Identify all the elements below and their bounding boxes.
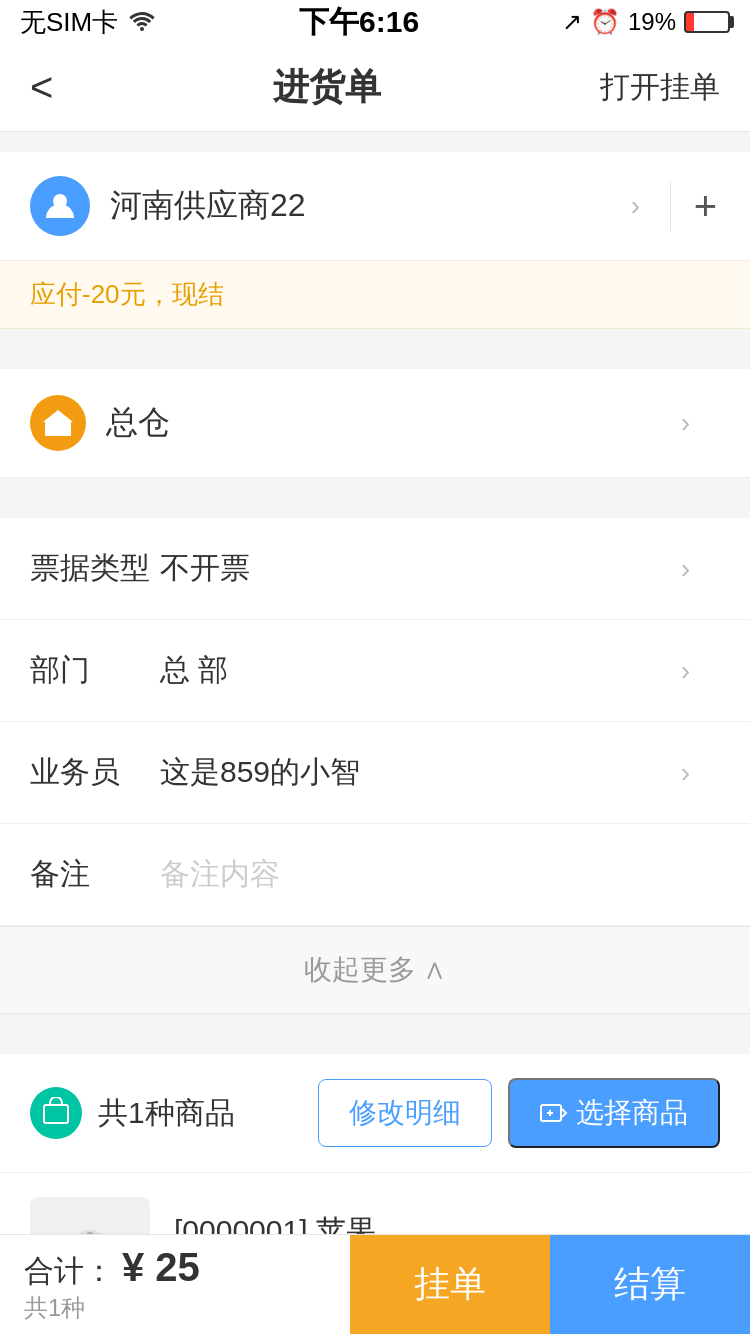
supplier-section: 河南供应商22 › + 应付-20元，现结 [0, 152, 750, 329]
total-sub: 共1种 [24, 1292, 326, 1324]
gap4 [0, 1014, 750, 1034]
warehouse-name: 总仓 [106, 401, 681, 445]
page-title: 进货单 [273, 63, 381, 112]
carrier-text: 无SIM卡 [20, 5, 118, 40]
warehouse-icon [30, 395, 86, 451]
status-right: ↗ ⏰ 19% [562, 8, 730, 36]
total-main: 合计： ¥ 25 [24, 1245, 326, 1292]
department-value: 总 部 [150, 650, 681, 691]
collapse-row[interactable]: 收起更多 ∧ [0, 926, 750, 1014]
product-header: 共1种商品 修改明细 选择商品 [0, 1054, 750, 1173]
svg-rect-1 [45, 422, 71, 436]
warehouse-section: 总仓 › [0, 369, 750, 478]
total-label: 合计： [24, 1251, 114, 1292]
salesperson-chevron-icon: › [681, 757, 690, 789]
battery-icon [684, 11, 730, 33]
modify-detail-button[interactable]: 修改明细 [318, 1079, 492, 1147]
wifi-icon [128, 7, 156, 38]
department-label: 部门 [30, 650, 150, 691]
gap2 [0, 329, 750, 349]
remark-input[interactable]: 备注内容 [150, 854, 720, 895]
add-supplier-button[interactable]: + [670, 181, 720, 231]
bottom-bar: 合计： ¥ 25 共1种 挂单 结算 [0, 1234, 750, 1334]
gap1 [0, 132, 750, 152]
supplier-note: 应付-20元，现结 [0, 261, 750, 329]
invoice-type-chevron-icon: › [681, 553, 690, 585]
svg-marker-2 [43, 410, 73, 422]
nav-bar: < 进货单 打开挂单 [0, 44, 750, 132]
remark-row[interactable]: 备注 备注内容 [0, 824, 750, 926]
supplier-name: 河南供应商22 [110, 184, 631, 228]
back-button[interactable]: < [30, 65, 53, 110]
warehouse-row[interactable]: 总仓 › [0, 369, 750, 478]
select-product-button[interactable]: 选择商品 [508, 1078, 720, 1148]
status-bar: 无SIM卡 下午6:16 ↗ ⏰ 19% [0, 0, 750, 44]
gap3 [0, 478, 750, 498]
open-hang-button[interactable]: 打开挂单 [600, 67, 720, 108]
salesperson-row[interactable]: 业务员 这是859的小智 › [0, 722, 750, 824]
supplier-avatar [30, 176, 90, 236]
warehouse-chevron-icon: › [681, 407, 690, 439]
hang-button[interactable]: 挂单 [350, 1235, 550, 1335]
checkout-button[interactable]: 结算 [550, 1235, 750, 1335]
invoice-type-row[interactable]: 票据类型 不开票 › [0, 518, 750, 620]
collapse-label: 收起更多 ∧ [304, 951, 447, 989]
total-amount: ¥ 25 [122, 1245, 200, 1290]
remark-label: 备注 [30, 854, 150, 895]
invoice-type-label: 票据类型 [30, 548, 150, 589]
location-icon: ↗ [562, 8, 582, 36]
supplier-chevron-icon: › [631, 190, 640, 222]
alarm-icon: ⏰ [590, 8, 620, 36]
supplier-row[interactable]: 河南供应商22 › + [0, 152, 750, 261]
department-chevron-icon: › [681, 655, 690, 687]
select-product-label: 选择商品 [576, 1094, 688, 1132]
form-section: 票据类型 不开票 › 部门 总 部 › 业务员 这是859的小智 › 备注 备注… [0, 518, 750, 926]
product-count-icon [30, 1087, 82, 1139]
invoice-type-value: 不开票 [150, 548, 681, 589]
salesperson-label: 业务员 [30, 752, 150, 793]
total-section: 合计： ¥ 25 共1种 [0, 1245, 350, 1324]
department-row[interactable]: 部门 总 部 › [0, 620, 750, 722]
battery-percent: 19% [628, 8, 676, 36]
salesperson-value: 这是859的小智 [150, 752, 681, 793]
svg-rect-3 [44, 1105, 68, 1123]
status-time: 下午6:16 [299, 2, 419, 43]
product-count-text: 共1种商品 [98, 1093, 318, 1134]
status-carrier: 无SIM卡 [20, 5, 156, 40]
